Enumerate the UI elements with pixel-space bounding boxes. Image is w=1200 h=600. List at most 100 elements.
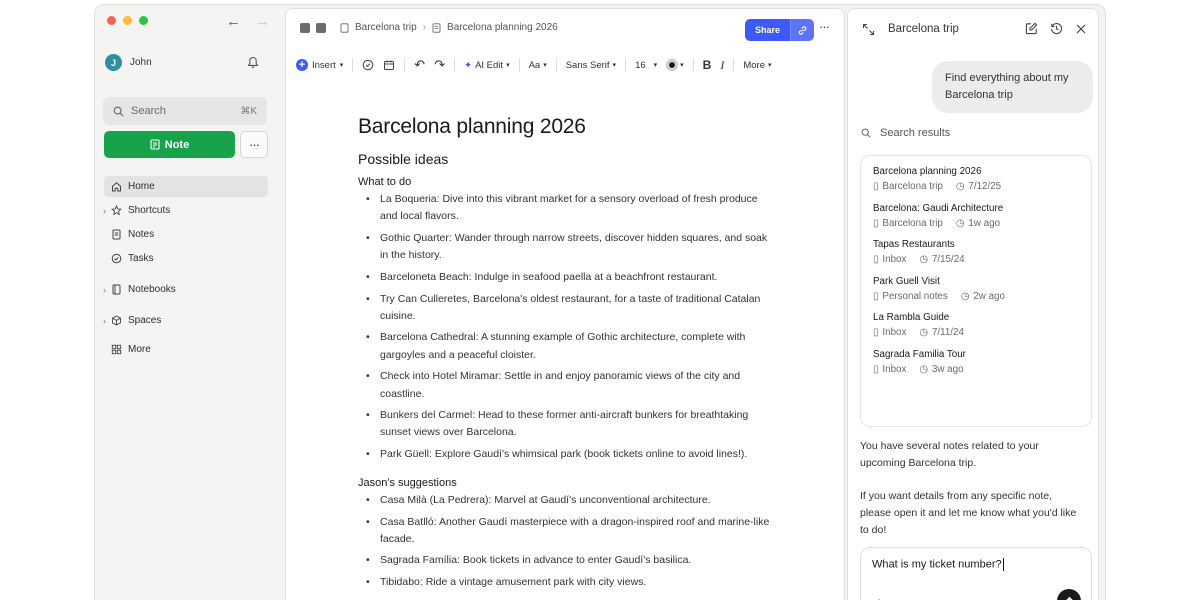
share-button[interactable]: Share [745,19,791,41]
list-item[interactable]: Check into Hotel Miramar: Settle in and … [358,368,778,402]
divider [733,58,735,72]
chevron-right-icon[interactable]: › [103,285,106,295]
minimize-window-button[interactable] [123,16,132,25]
sidebar-item-shortcuts[interactable]: › Shortcuts [103,200,268,221]
list-item[interactable]: Barceloneta Beach: Indulge in seafood pa… [358,269,778,286]
list-item[interactable]: Barcelona Cathedral: A stunning example … [358,329,778,363]
notebook-icon: ▯ [873,290,879,302]
note-title[interactable]: Barcelona planning 2026 [358,115,778,139]
insert-button[interactable]: + Insert ▾ [296,59,343,71]
note-options-icon[interactable]: ··· [819,19,830,34]
list-item[interactable]: Casa Milà (La Pedrera): Marvel at Gaudí'… [358,492,778,509]
font-size-dropdown[interactable]: 16 ▾ [635,60,657,71]
list-item[interactable]: Park Güell: Explore Gaudí's whimsical pa… [358,446,778,463]
bold-icon[interactable]: B [703,58,712,72]
divider [625,58,627,72]
clock-icon: ◷ [955,217,965,229]
plus-icon[interactable]: + [875,594,883,600]
font-dropdown[interactable]: Sans Serif ▾ [566,60,616,71]
close-icon[interactable] [1075,22,1087,40]
chat-input[interactable]: What is my ticket number? [872,558,1002,570]
ai-edit-button[interactable]: ✦ AI Edit ▾ [464,60,509,71]
sidebar-item-label: Home [128,181,155,192]
calendar-icon[interactable] [383,59,395,71]
ai-assistant-panel: Barcelona trip Find everything about my … [847,8,1099,600]
close-window-button[interactable] [107,16,116,25]
list-item[interactable]: Casa Batlló: Another Gaudí masterpiece w… [358,514,778,548]
bell-icon[interactable] [247,56,259,74]
subsection-heading[interactable]: What to do [358,176,778,188]
chat-composer[interactable]: What is my ticket number? + [860,547,1092,600]
forward-arrow-icon[interactable]: → [255,13,270,30]
search-result[interactable]: La Rambla Guide ▯ Inbox ◷ 7/11/24 [873,312,1079,338]
edit-icon[interactable] [1025,22,1038,40]
search-result[interactable]: Tapas Restaurants ▯ Inbox ◷ 7/15/24 [873,239,1079,265]
more-format-button[interactable]: More ▾ [743,60,771,71]
sidebar: ← → J John Search ⌘K Note ··· Home › Sho… [95,5,285,600]
result-meta: ▯ Barcelona trip ◷ 1w ago [873,218,1079,229]
breadcrumb-notebook[interactable]: Barcelona trip [355,22,417,33]
plus-icon: + [296,59,308,71]
result-meta: ▯ Inbox ◷ 7/15/24 [873,254,1079,265]
inbox-icon: ▯ [873,254,879,265]
user-menu[interactable]: J John [105,54,152,71]
what-to-do-list: La Boqueria: Dive into this vibrant mark… [358,191,778,464]
sidebar-item-tasks[interactable]: Tasks [104,248,268,269]
result-title: Sagrada Familia Tour [873,348,966,360]
sidebar-toggle-icon[interactable] [300,22,310,33]
search-result[interactable]: Barcelona: Gaudi Architecture ▯ Barcelon… [873,203,1079,229]
list-item[interactable]: Tibidabo: Ride a vintage amusement park … [358,574,778,591]
cube-icon [110,315,122,327]
expand-editor-icon[interactable] [316,22,326,33]
undo-icon[interactable]: ↶ [414,57,425,73]
search-icon [861,128,871,138]
insert-label: Insert [312,59,336,71]
search-result[interactable]: Park Guell Visit ▯ Personal notes ◷ 2w a… [873,276,1079,302]
list-item[interactable]: Try Can Culleretes, Barcelona's oldest r… [358,291,778,325]
chevron-right-icon[interactable]: › [103,316,106,326]
notebook-icon: ▯ [873,217,879,229]
chevron-right-icon[interactable]: › [103,206,106,216]
inbox-icon: ▯ [873,363,879,375]
clock-icon: ◷ [919,254,928,265]
maximize-window-button[interactable] [139,16,148,25]
search-result[interactable]: Barcelona planning 2026 ▯ Barcelona trip… [873,166,1079,192]
chevron-down-icon: ▾ [768,62,772,69]
new-note-button[interactable]: Note [104,131,235,158]
search-results-label: Search results [880,127,951,139]
expand-icon[interactable] [862,23,875,41]
subsection-heading[interactable]: Jason's suggestions [358,477,778,489]
back-arrow-icon[interactable]: ← [226,13,241,30]
breadcrumb-note[interactable]: Barcelona planning 2026 [447,22,558,33]
section-heading[interactable]: Possible ideas [358,151,778,167]
list-item[interactable]: La Boqueria: Dive into this vibrant mark… [358,191,778,225]
ai-edit-label: AI Edit [475,59,504,71]
result-notebook: Barcelona trip [882,217,943,229]
search-result[interactable]: Sagrada Familia Tour ▯ Inbox ◷ 3w ago [873,349,1079,375]
italic-icon[interactable]: I [720,58,724,73]
list-item[interactable]: Bunkers del Carmel: Head to these former… [358,407,778,441]
result-time: 1w ago [968,217,1001,229]
note-body[interactable]: Barcelona planning 2026 Possible ideas W… [358,115,778,596]
text-color-picker[interactable]: ▾ [666,59,684,71]
result-title: La Rambla Guide [873,312,950,323]
redo-icon[interactable]: ↷ [434,57,445,73]
sidebar-item-spaces[interactable]: › Spaces [103,310,268,331]
task-icon[interactable] [362,59,374,71]
more-options-button[interactable]: ··· [240,131,268,158]
sidebar-item-home[interactable]: Home [104,176,268,197]
list-item[interactable]: Gothic Quarter: Wander through narrow st… [358,230,778,264]
list-item[interactable]: Sagrada Família: Book tickets in advance… [358,552,778,569]
sidebar-item-notes[interactable]: Notes [104,224,268,245]
sidebar-item-more[interactable]: More [104,339,268,360]
reply-paragraph: You have several notes related to your u… [860,440,1039,469]
clock-icon: ◷ [919,327,928,338]
history-icon[interactable] [1050,22,1063,40]
text-style-dropdown[interactable]: Aa ▾ [529,60,547,71]
link-icon[interactable] [790,19,815,41]
search-input[interactable]: Search ⌘K [103,97,267,125]
sidebar-item-notebooks[interactable]: › Notebooks [103,279,268,300]
font-label: Sans Serif [565,59,610,71]
send-button[interactable] [1057,589,1081,600]
chevron-down-icon: ▾ [680,62,684,69]
